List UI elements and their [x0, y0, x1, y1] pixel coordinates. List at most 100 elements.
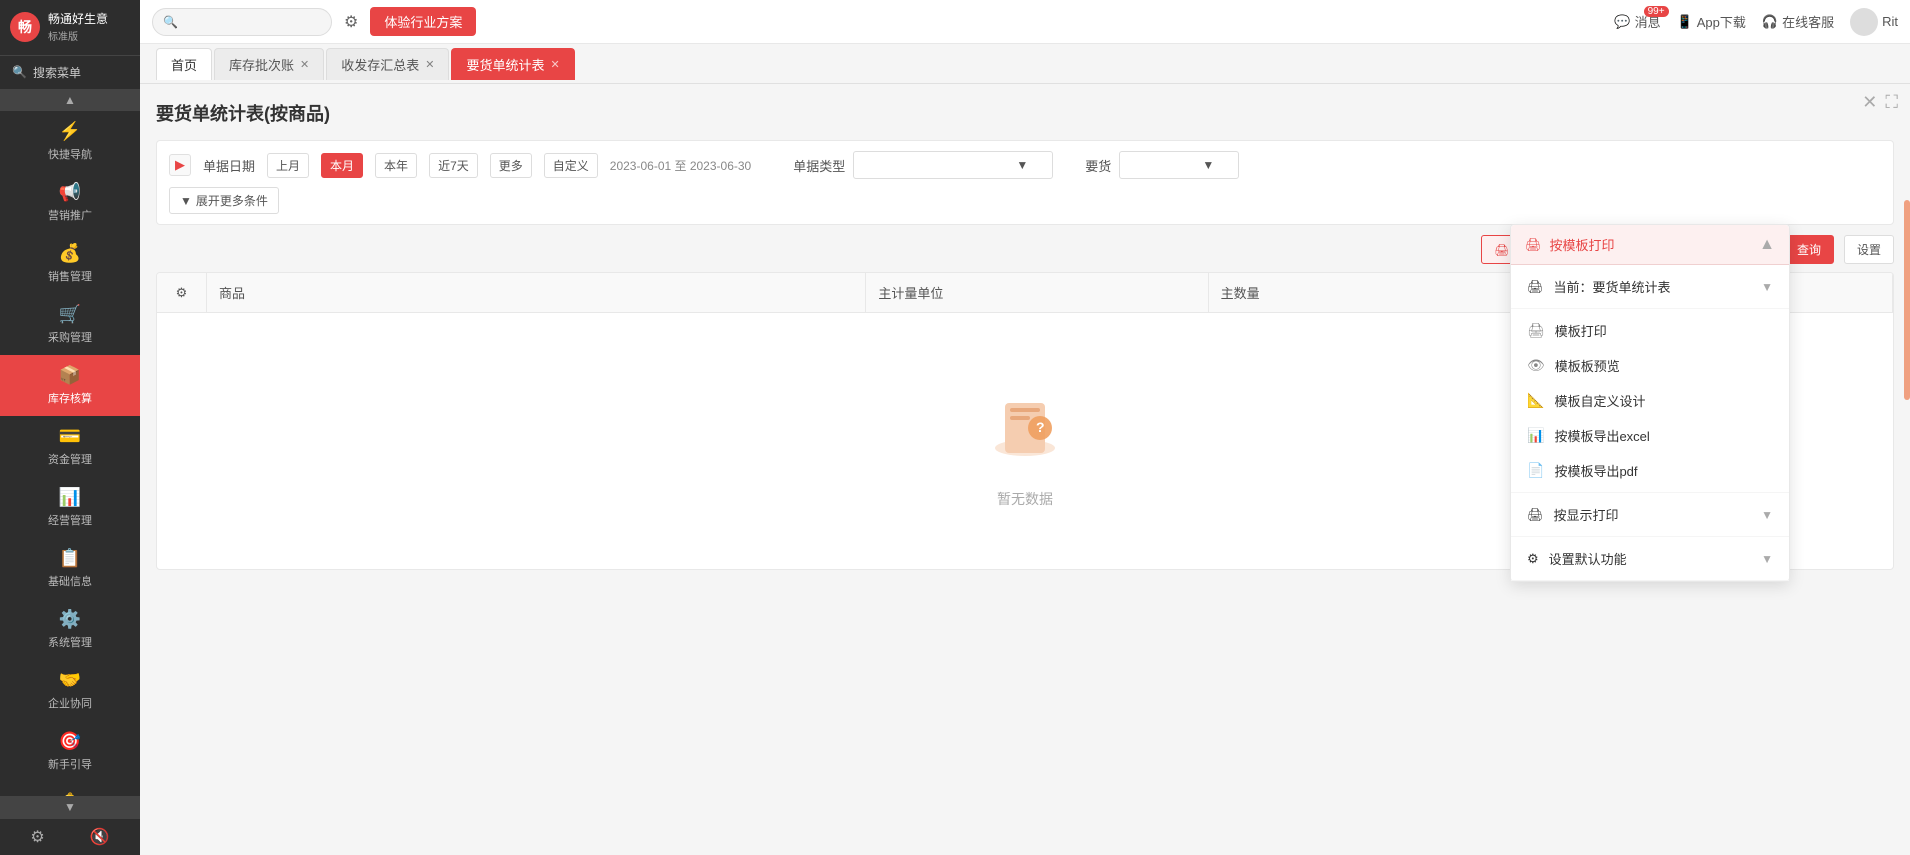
tab-inventory-batch-close[interactable]: ✕: [300, 58, 309, 71]
current-template-label: 当前：要货单统计表: [1554, 277, 1671, 296]
settings-bottom-icon[interactable]: ⚙: [30, 827, 44, 847]
dropdown-close-btn[interactable]: ▲: [1759, 236, 1775, 254]
sidebar-item-inventory[interactable]: 📦 库存核算: [0, 355, 140, 416]
sidebar-item-guide[interactable]: 🎯 新手引导: [0, 721, 140, 782]
tab-receipt-summary-close[interactable]: ✕: [425, 58, 434, 71]
dropdown-template-excel[interactable]: 📊 按模板导出excel: [1511, 418, 1789, 453]
download-icon: 📱: [1677, 14, 1693, 30]
display-print-label: 按显示打印: [1554, 505, 1619, 524]
template-pdf-icon: 📄: [1527, 462, 1544, 479]
filter-row-1: ▶ 单据日期 上月 本月 本年 近7天 更多 自定义 2023-06-01 至 …: [169, 151, 1881, 179]
date-btn-last-month[interactable]: 上月: [267, 153, 309, 178]
messages-item[interactable]: 💬 消息 99+: [1614, 12, 1660, 31]
sidebar-bottom: ⚙ 🔇: [0, 818, 140, 855]
mute-icon[interactable]: 🔇: [90, 827, 110, 847]
tab-order-stats[interactable]: 要货单统计表 ✕: [451, 48, 574, 80]
sidebar-item-system[interactable]: ⚙️ 系统管理: [0, 599, 140, 660]
expand-icon: ▶: [175, 157, 185, 173]
page-area: ✕ ⛶ 要货单统计表(按商品) ▶ 单据日期 上月 本月 本年 近7天 更多 自…: [140, 84, 1910, 855]
right-scrollbar[interactable]: [1904, 200, 1910, 400]
doc-type-select[interactable]: ▼: [853, 151, 1053, 179]
doc-type-filter: 单据类型 ▼: [793, 151, 1053, 179]
sidebar: 畅 畅通好生意 标准版 🔍 搜索菜单 ▲ ⚡ 快捷导航 📢 营销推广 💰 销售管…: [0, 0, 140, 855]
date-btn-this-month[interactable]: 本月: [321, 153, 363, 178]
query-button[interactable]: 查询: [1784, 235, 1834, 264]
header-search-icon: 🔍: [163, 15, 178, 29]
app-logo: 畅 畅通好生意 标准版: [0, 0, 140, 56]
finance-icon: 💳: [59, 426, 81, 447]
inventory-icon: 📦: [59, 365, 81, 386]
sidebar-item-appstore[interactable]: 🔔 应用中心: [0, 782, 140, 796]
guide-icon: 🎯: [59, 731, 81, 752]
date-expand-btn[interactable]: ▶: [169, 154, 191, 176]
top-header: 🔍 ⚙ 体验行业方案 💬 消息 99+ 📱 App下载 🎧 在线客服: [140, 0, 1910, 44]
header-actions: 💬 消息 99+ 📱 App下载 🎧 在线客服 Rit: [1614, 8, 1898, 36]
tab-home[interactable]: 首页: [156, 48, 212, 80]
tab-order-stats-close[interactable]: ✕: [551, 58, 560, 71]
tab-inventory-batch[interactable]: 库存批次账 ✕: [214, 48, 324, 80]
app-download-item[interactable]: 📱 App下载: [1677, 12, 1746, 31]
sidebar-item-collab[interactable]: 🤝 企业协同: [0, 660, 140, 721]
default-fn-label: 设置默认功能: [1549, 549, 1627, 568]
avatar: [1850, 8, 1878, 36]
dropdown-default-fn[interactable]: ⚙ 设置默认功能 ▼: [1511, 541, 1789, 576]
online-service-item[interactable]: 🎧 在线客服: [1762, 12, 1834, 31]
sidebar-item-finance[interactable]: 💳 资金管理: [0, 416, 140, 477]
dropdown-print-icon: 🖨: [1525, 237, 1542, 253]
sales-icon: 💰: [59, 243, 81, 264]
sidebar-item-quick-nav[interactable]: ⚡ 快捷导航: [0, 111, 140, 172]
th-product: 商品: [207, 273, 866, 312]
tabs-bar: 首页 库存批次账 ✕ 收发存汇总表 ✕ 要货单统计表 ✕: [140, 44, 1910, 84]
window-expand-icon[interactable]: ⛶: [1885, 92, 1898, 113]
date-btn-more[interactable]: 更多: [490, 153, 532, 178]
date-btn-custom[interactable]: 自定义: [544, 153, 598, 178]
window-close-icon[interactable]: ✕: [1862, 92, 1877, 113]
dropdown-template-custom[interactable]: 📐 模板自定义设计: [1511, 383, 1789, 418]
logo-text-block: 畅通好生意 标准版: [48, 12, 108, 43]
dropdown-default-section: ⚙ 设置默认功能 ▼: [1511, 537, 1789, 581]
user-name: Rit: [1882, 14, 1898, 29]
dropdown-template-preview[interactable]: 👁 模板板预览: [1511, 348, 1789, 383]
appstore-icon: 🔔: [59, 792, 81, 796]
dropdown-template-pdf[interactable]: 📄 按模板导出pdf: [1511, 453, 1789, 488]
tab-home-label: 首页: [171, 55, 197, 74]
sidebar-scroll-down[interactable]: ▼: [0, 796, 140, 818]
header-search-bar[interactable]: 🔍: [152, 8, 332, 36]
display-print-icon: 🖨: [1527, 507, 1544, 523]
template-excel-icon: 📊: [1527, 427, 1544, 444]
order-goods-label: 要货: [1085, 156, 1111, 175]
order-goods-select[interactable]: ▼: [1119, 151, 1239, 179]
sidebar-item-basic[interactable]: 📋 基础信息: [0, 538, 140, 599]
th-settings[interactable]: ⚙: [157, 273, 207, 312]
sidebar-item-sales[interactable]: 💰 销售管理: [0, 233, 140, 294]
doc-type-label: 单据类型: [793, 156, 845, 175]
tab-receipt-summary[interactable]: 收发存汇总表 ✕: [326, 48, 449, 80]
logo-icon: 畅: [10, 12, 40, 42]
date-btn-7days[interactable]: 近7天: [429, 153, 478, 178]
sidebar-item-purchase[interactable]: 🛒 采购管理: [0, 294, 140, 355]
sidebar-item-operation[interactable]: 📊 经营管理: [0, 477, 140, 538]
dropdown-template-print[interactable]: 🖨 模板打印: [1511, 313, 1789, 348]
expand-more-button[interactable]: ▼ 展开更多条件: [169, 187, 279, 214]
order-goods-arrow: ▼: [1202, 158, 1214, 172]
trial-button[interactable]: 体验行业方案: [370, 7, 476, 36]
settings-button[interactable]: 设置: [1844, 235, 1894, 264]
sidebar-scroll-up[interactable]: ▲: [0, 89, 140, 111]
search-label: 搜索菜单: [33, 64, 81, 81]
marketing-icon: 📢: [59, 182, 81, 203]
dropdown-current-item[interactable]: 🖨 当前：要货单统计表 ▼: [1511, 269, 1789, 304]
dropdown-header-left: 🖨 按模板打印: [1525, 235, 1615, 254]
window-controls: ✕ ⛶: [1862, 92, 1898, 113]
tab-inventory-batch-label: 库存批次账: [229, 55, 294, 74]
template-print-label: 模板打印: [1555, 321, 1607, 340]
message-icon: 💬: [1614, 14, 1630, 30]
sidebar-search[interactable]: 🔍 搜索菜单: [0, 56, 140, 89]
date-filter-label: 单据日期: [203, 156, 255, 175]
user-avatar-item[interactable]: Rit: [1850, 8, 1898, 36]
dropdown-display-print[interactable]: 🖨 按显示打印 ▼: [1511, 497, 1789, 532]
header-gear-icon[interactable]: ⚙: [344, 12, 358, 32]
date-btn-this-year[interactable]: 本年: [375, 153, 417, 178]
sidebar-item-marketing[interactable]: 📢 营销推广: [0, 172, 140, 233]
main-content: 🔍 ⚙ 体验行业方案 💬 消息 99+ 📱 App下载 🎧 在线客服: [140, 0, 1910, 855]
template-custom-label: 模板自定义设计: [1554, 391, 1645, 410]
